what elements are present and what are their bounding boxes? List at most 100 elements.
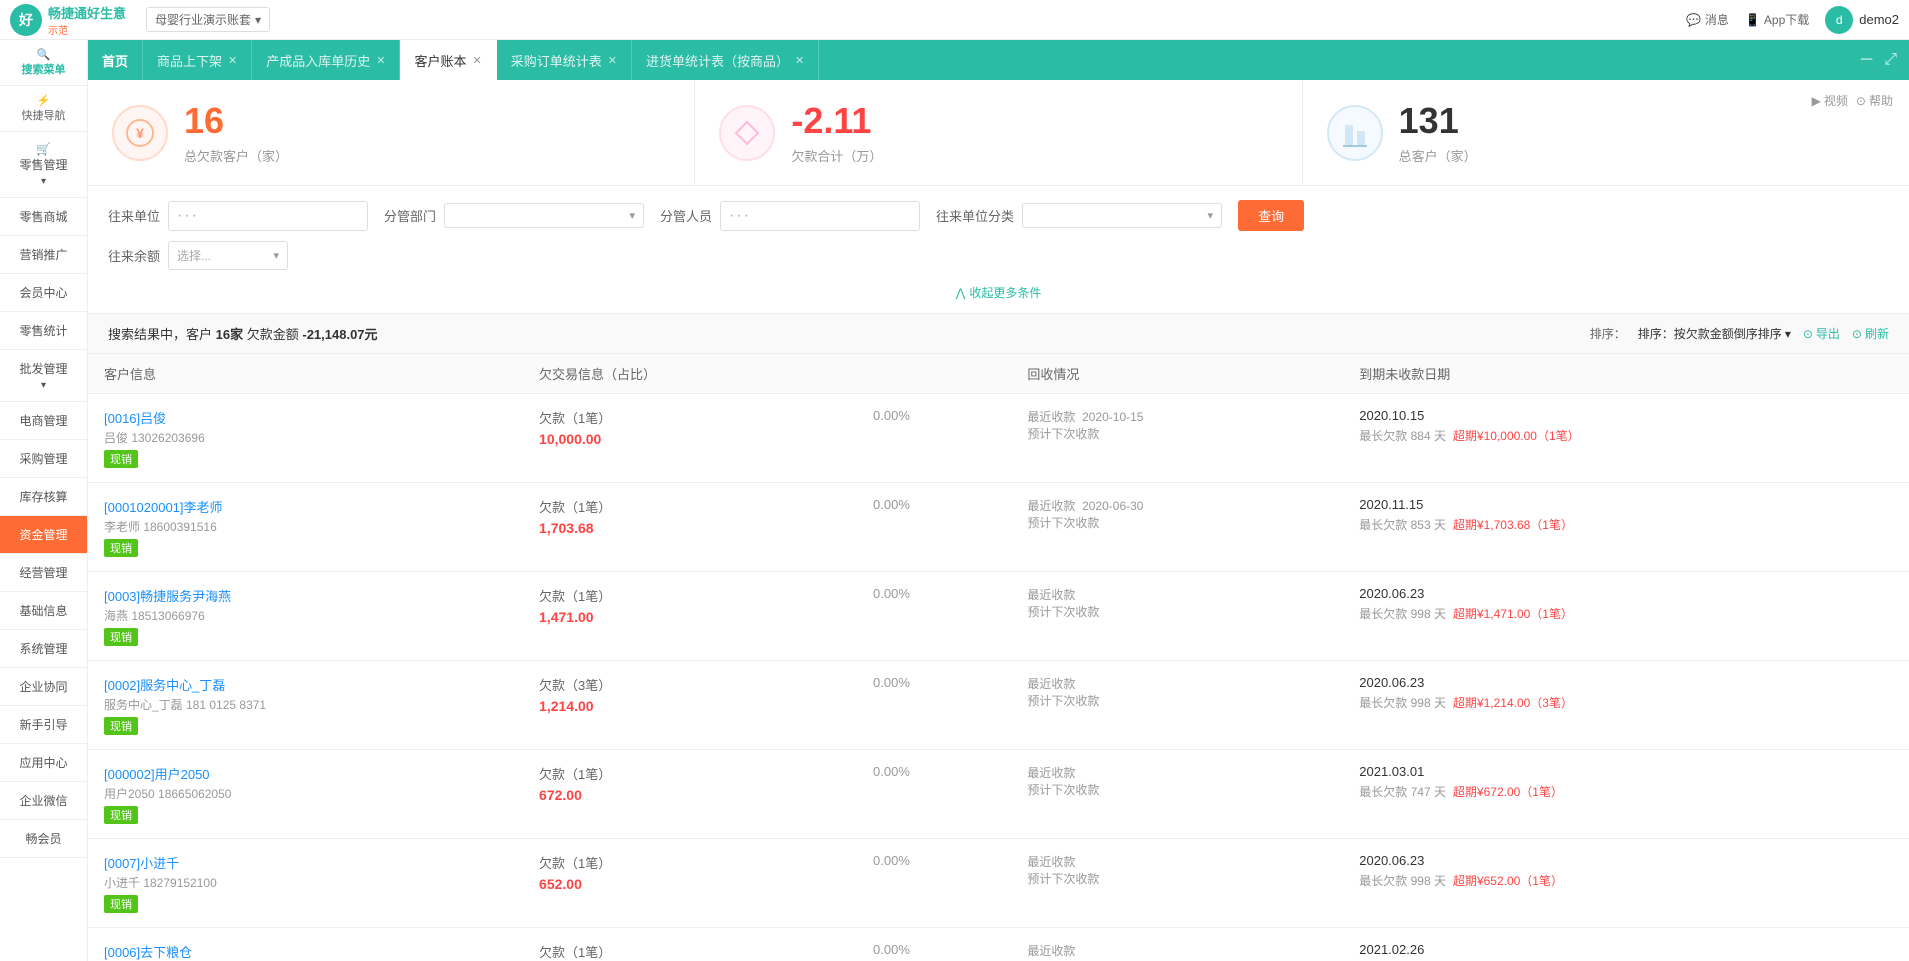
overdue-amount-3[interactable]: 超期¥1,214.00（3笔）: [1453, 696, 1573, 710]
customer-name-0[interactable]: [0016]吕俊: [104, 408, 507, 427]
tab-home[interactable]: 首页: [88, 40, 143, 80]
message-action[interactable]: 💬 消息: [1686, 11, 1729, 28]
recent-collect-0: 最近收款 2020-10-15: [1027, 408, 1327, 425]
tab-production[interactable]: 产成品入库单历史 ✕: [252, 40, 400, 80]
tab-close-incoming[interactable]: ✕: [795, 54, 804, 67]
view-video-btn[interactable]: ▶ 视频: [1812, 92, 1848, 109]
tab-close-customer[interactable]: ✕: [473, 54, 482, 67]
recent-collect-2: 最近收款: [1027, 586, 1327, 603]
search-button[interactable]: 查询: [1238, 200, 1304, 231]
customer-phone-5: 小进千 18279152100: [104, 874, 507, 891]
tab-product-status[interactable]: 商品上下架 ✕: [143, 40, 252, 80]
cell-debt-1: 欠款（1笔） 1,703.68: [523, 483, 857, 572]
source-unit-filter: 往来单位 ···: [108, 201, 368, 231]
debt-amount-5[interactable]: 652.00: [539, 876, 841, 892]
tab-close-product[interactable]: ✕: [228, 54, 237, 67]
overdue-amount-2[interactable]: 超期¥1,471.00（1笔）: [1453, 607, 1573, 621]
dropdown-icon-2: ▾: [1208, 209, 1214, 222]
debt-amount-1[interactable]: 1,703.68: [539, 520, 841, 536]
customer-name-3[interactable]: [0002]服务中心_丁磊: [104, 675, 507, 694]
help-btn[interactable]: ⊙ 帮助: [1856, 92, 1893, 109]
sidebar-item-vip[interactable]: 畅会员: [0, 820, 87, 858]
results-actions: 排序： 排序：按欠款金额倒序排序 ▾ ⊙ 导出 ⊙ 刷新: [1590, 325, 1889, 342]
customer-name-2[interactable]: [0003]畅捷服务尹海燕: [104, 586, 507, 605]
balance-label: 往来余额: [108, 246, 160, 265]
svg-text:¥: ¥: [136, 125, 144, 141]
unit-type-select[interactable]: ▾: [1022, 203, 1222, 228]
debt-count-2: 欠款（1笔）: [539, 586, 841, 605]
filter-row-1: 往来单位 ··· 分管部门 ▾: [108, 200, 1889, 231]
help-icon: ⊙: [1856, 94, 1866, 108]
debt-amount-3[interactable]: 1,214.00: [539, 698, 841, 714]
app-download-action[interactable]: 📱 App下载: [1745, 11, 1809, 28]
customer-name-5[interactable]: [0007]小进千: [104, 853, 507, 872]
dropdown-arrow: ▾: [255, 13, 261, 27]
debt-amount-4[interactable]: 672.00: [539, 787, 841, 803]
sidebar-item-wholesale[interactable]: 批发管理 ▾: [0, 350, 87, 402]
sidebar-item-operations[interactable]: 经营管理: [0, 554, 87, 592]
debt-prefix: 欠款金额: [247, 327, 299, 342]
sidebar-item-enterprise-collab[interactable]: 企业协同: [0, 668, 87, 706]
customer-name-4[interactable]: [000002]用户2050: [104, 764, 507, 783]
sidebar-item-ecommerce[interactable]: 电商管理: [0, 402, 87, 440]
recent-collect-6: 最近收款: [1027, 942, 1327, 959]
sidebar-item-basic-info[interactable]: 基础信息: [0, 592, 87, 630]
tab-minimize-btn[interactable]: ─: [1857, 49, 1876, 71]
collapse-button[interactable]: ⋀ 收起更多条件: [108, 280, 1889, 305]
sidebar-item-marketing[interactable]: 营销推广: [0, 236, 87, 274]
sidebar-item-inventory[interactable]: 库存核算: [0, 478, 87, 516]
sidebar-item-enterprise-wechat[interactable]: 企业微信: [0, 782, 87, 820]
refresh-btn[interactable]: ⊙ 刷新: [1852, 325, 1889, 342]
stat-card-overdue-customers: ¥ 16 总欠款客户（家）: [88, 80, 695, 185]
unit-type-filter: 往来单位分类 ▾: [936, 203, 1222, 228]
company-selector[interactable]: 母婴行业演示账套 ▾: [146, 7, 270, 32]
balance-select[interactable]: 选择... ▾: [168, 241, 288, 270]
tab-customer-account[interactable]: 客户账本 ✕: [400, 40, 496, 80]
debt-amount-2[interactable]: 1,471.00: [539, 609, 841, 625]
tab-incoming[interactable]: 进货单统计表（按商品） ✕: [632, 40, 819, 80]
sidebar-item-quick-nav[interactable]: ⚡ 快捷导航: [0, 86, 87, 132]
tab-bar: 首页 商品上下架 ✕ 产成品入库单历史 ✕ 客户账本 ✕ 采购订单统计表 ✕: [88, 40, 1909, 80]
tab-close-purchase[interactable]: ✕: [608, 54, 617, 67]
user-area[interactable]: d demo2: [1825, 6, 1899, 34]
overdue-amount-0[interactable]: 超期¥10,000.00（1笔）: [1453, 429, 1580, 443]
overdue-amount-5[interactable]: 超期¥652.00（1笔）: [1453, 874, 1563, 888]
cell-customer-0: [0016]吕俊 吕俊 13026203696 现销: [88, 394, 523, 483]
tab-close-production[interactable]: ✕: [376, 54, 385, 67]
sidebar-item-system[interactable]: 系统管理: [0, 630, 87, 668]
cell-collection-2: 最近收款 预计下次收款: [1011, 572, 1343, 661]
sidebar-item-retail-mgmt[interactable]: 🛒 零售管理 ▾: [0, 132, 87, 198]
tab-incoming-label: 进货单统计表（按商品）: [646, 51, 789, 70]
tab-maximize-btn[interactable]: ⤢: [1880, 49, 1901, 71]
dots-icon-2: ···: [729, 207, 751, 225]
sort-select[interactable]: 排序：按欠款金额倒序排序 ▾: [1638, 325, 1791, 342]
export-btn[interactable]: ⊙ 导出: [1803, 325, 1840, 342]
dept-select[interactable]: ▾: [444, 203, 644, 228]
sidebar-item-app-center[interactable]: 应用中心: [0, 744, 87, 782]
overdue-amount-4[interactable]: 超期¥672.00（1笔）: [1453, 785, 1563, 799]
customer-phone-3: 服务中心_丁磊 181 0125 8371: [104, 696, 507, 713]
cell-due-0: 2020.10.15 最长欠款 884 天 超期¥10,000.00（1笔）: [1343, 394, 1909, 483]
sidebar-item-retail-stats[interactable]: 零售统计: [0, 312, 87, 350]
debt-amount-0[interactable]: 10,000.00: [539, 431, 841, 447]
customer-name-1[interactable]: [0001020001]李老师: [104, 497, 507, 516]
overdue-amount-1[interactable]: 超期¥1,703.68（1笔）: [1453, 518, 1573, 532]
manager-input[interactable]: ···: [720, 201, 920, 231]
customer-tag-0: 现销: [104, 450, 138, 468]
due-date-6: 2021.02.26: [1359, 942, 1893, 957]
source-unit-input[interactable]: ···: [168, 201, 368, 231]
customer-name-6[interactable]: [0006]去下粮仓: [104, 942, 507, 961]
sidebar-item-search-menu[interactable]: 🔍 搜索菜单: [0, 40, 87, 86]
col-customer-info: 客户信息: [88, 354, 523, 394]
sidebar-item-retail-shop[interactable]: 零售商城: [0, 198, 87, 236]
sidebar-item-member[interactable]: 会员中心: [0, 274, 87, 312]
app-download-label: App下载: [1764, 11, 1809, 28]
debt-percent-6: 0.00%: [873, 942, 995, 957]
stat-card-total-customers: ▶ 视频 ⊙ 帮助: [1303, 80, 1909, 185]
filter-row-2: 往来余额 选择... ▾: [108, 241, 1889, 270]
sidebar-item-capital[interactable]: 资金管理: [0, 516, 87, 554]
sidebar-item-new-guide[interactable]: 新手引导: [0, 706, 87, 744]
tab-purchase-order[interactable]: 采购订单统计表 ✕: [497, 40, 632, 80]
sidebar-item-purchase[interactable]: 采购管理: [0, 440, 87, 478]
cell-customer-5: [0007]小进千 小进千 18279152100 现销: [88, 839, 523, 928]
